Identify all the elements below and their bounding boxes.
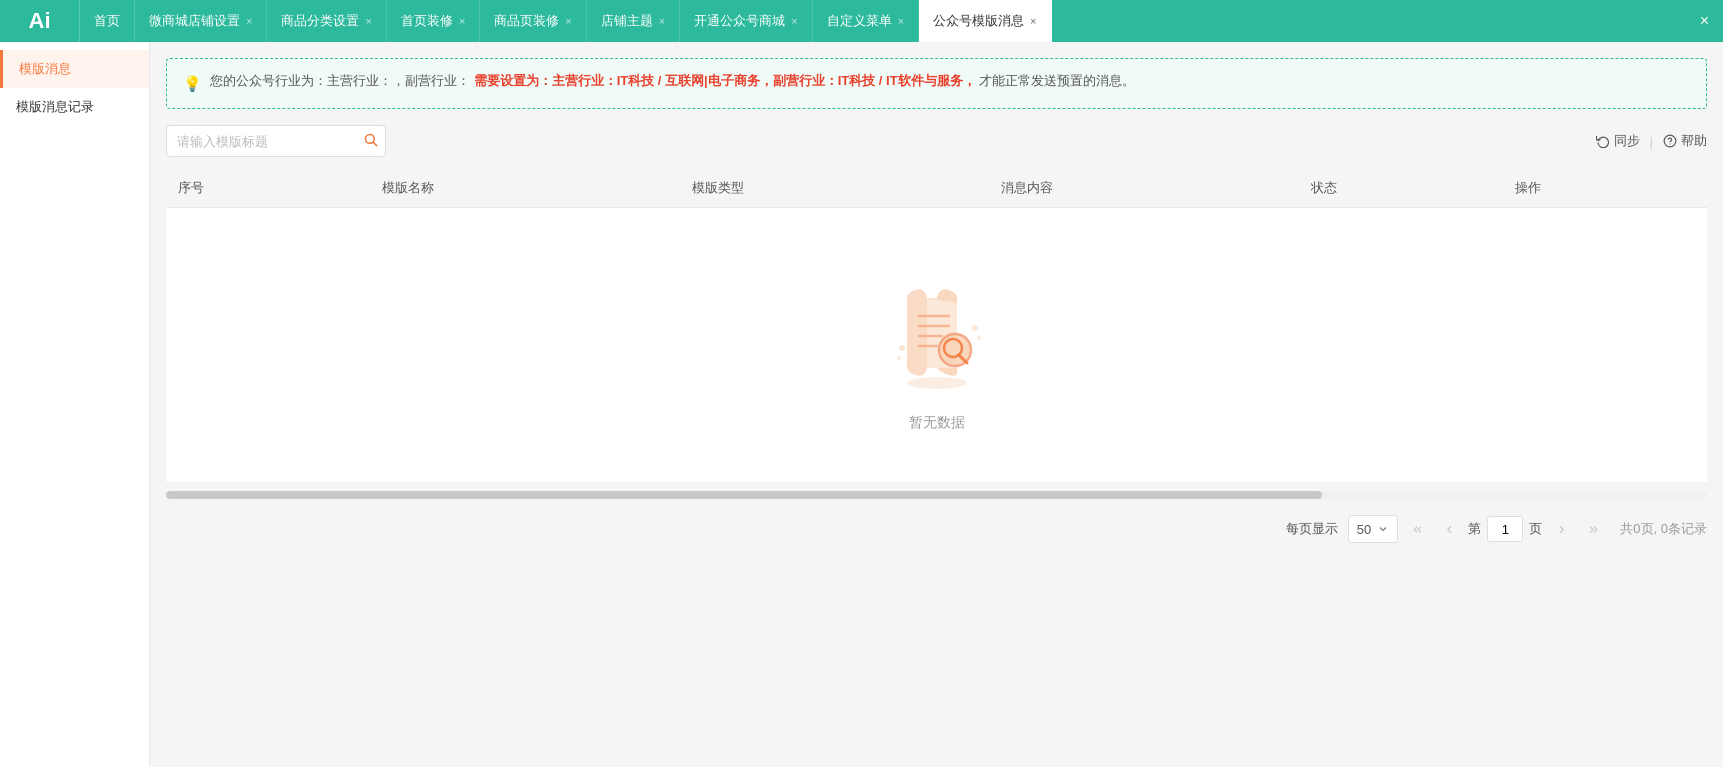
search-bar: 同步 | 帮助: [166, 125, 1707, 157]
svg-point-14: [972, 325, 978, 331]
logo: Ai: [0, 0, 80, 42]
sidebar-item-template-msg[interactable]: 模版消息: [0, 50, 149, 88]
empty-row: 暂无数据: [166, 208, 1707, 483]
col-header-seq: 序号: [166, 169, 370, 208]
nav-item-category-settings[interactable]: 商品分类设置×: [267, 0, 386, 42]
content-area: 💡 您的公众号行业为：主营行业：，副营行业： 需要设置为：主营行业：IT科技 /…: [150, 42, 1723, 767]
svg-point-13: [897, 356, 901, 360]
col-header-action: 操作: [1503, 169, 1707, 208]
prev-page-button[interactable]: [1436, 516, 1462, 542]
toolbar-right: 同步 | 帮助: [1596, 132, 1707, 150]
data-table: 序号模版名称模版类型消息内容状态操作: [166, 169, 1707, 483]
page-size-label: 每页显示: [1286, 520, 1338, 538]
notice-prefix: 您的公众号行业为：主营行业：，副营行业：: [210, 73, 470, 88]
nav-item-template-msg[interactable]: 公众号模版消息×: [919, 0, 1051, 42]
nav-item-custom-menu[interactable]: 自定义菜单×: [813, 0, 919, 42]
nav-close-open-mall[interactable]: ×: [791, 15, 797, 27]
help-label: 帮助: [1681, 132, 1707, 150]
col-header-name: 模版名称: [370, 169, 680, 208]
total-info: 共0页, 0条记录: [1620, 520, 1707, 538]
col-header-status: 状态: [1299, 169, 1503, 208]
empty-text: 暂无数据: [909, 414, 965, 432]
toolbar-divider: |: [1650, 134, 1653, 149]
svg-point-12: [899, 345, 905, 351]
page-size-select[interactable]: 50: [1348, 515, 1398, 543]
nav-item-shop-theme[interactable]: 店铺主题×: [587, 0, 680, 42]
scrollbar-thumb[interactable]: [166, 491, 1322, 499]
notice-suffix: 才能正常发送预置的消息。: [979, 73, 1135, 88]
sync-label: 同步: [1614, 132, 1640, 150]
svg-point-15: [977, 336, 981, 340]
chevron-down-icon: [1377, 523, 1389, 535]
next-page-button[interactable]: [1548, 516, 1574, 542]
nav-close-template-msg[interactable]: ×: [1030, 15, 1036, 27]
close-all-button[interactable]: ×: [1686, 0, 1723, 42]
nav-close-category-settings[interactable]: ×: [365, 15, 371, 27]
search-input[interactable]: [166, 125, 386, 157]
nav-item-open-mall[interactable]: 开通公众号商城×: [680, 0, 812, 42]
nav-close-shop-settings[interactable]: ×: [246, 15, 252, 27]
nav-item-product-decoration[interactable]: 商品页装修×: [480, 0, 586, 42]
nav-item-home[interactable]: 首页: [80, 0, 135, 42]
empty-state: 暂无数据: [178, 218, 1695, 472]
current-page-input[interactable]: [1487, 516, 1523, 542]
nav-close-home-decoration[interactable]: ×: [459, 15, 465, 27]
page-label-pre: 第: [1468, 520, 1481, 538]
page-label-suf: 页: [1529, 520, 1542, 538]
page-size-value: 50: [1357, 522, 1371, 537]
notice-icon: 💡: [183, 72, 202, 96]
last-page-button[interactable]: [1580, 516, 1606, 542]
notice-box: 💡 您的公众号行业为：主营行业：，副营行业： 需要设置为：主营行业：IT科技 /…: [166, 58, 1707, 109]
search-input-wrap: [166, 125, 386, 157]
svg-point-4: [907, 377, 967, 389]
nav-item-home-decoration[interactable]: 首页装修×: [387, 0, 480, 42]
nav-close-custom-menu[interactable]: ×: [898, 15, 904, 27]
help-button[interactable]: 帮助: [1663, 132, 1707, 150]
main-layout: 模版消息模版消息记录 💡 您的公众号行业为：主营行业：，副营行业： 需要设置为：…: [0, 42, 1723, 767]
notice-highlight: 需要设置为：主营行业：IT科技 / 互联网|电子商务，副营行业：IT科技 / I…: [474, 73, 976, 88]
sidebar: 模版消息模版消息记录: [0, 42, 150, 767]
sync-button[interactable]: 同步: [1596, 132, 1640, 150]
search-button[interactable]: [363, 132, 378, 150]
nav-close-shop-theme[interactable]: ×: [659, 15, 665, 27]
table-header-row: 序号模版名称模版类型消息内容状态操作: [166, 169, 1707, 208]
col-header-type: 模版类型: [680, 169, 990, 208]
col-header-content: 消息内容: [989, 169, 1299, 208]
notice-text: 您的公众号行业为：主营行业：，副营行业： 需要设置为：主营行业：IT科技 / 互…: [210, 71, 1135, 92]
nav-close-product-decoration[interactable]: ×: [565, 15, 571, 27]
pagination: 每页显示 50 第 页: [166, 507, 1707, 547]
horizontal-scrollbar[interactable]: [166, 491, 1707, 499]
svg-line-1: [373, 142, 376, 145]
nav-item-shop-settings[interactable]: 微商城店铺设置×: [135, 0, 267, 42]
first-page-button[interactable]: [1404, 516, 1430, 542]
top-nav: Ai 首页微商城店铺设置×商品分类设置×首页装修×商品页装修×店铺主题×开通公众…: [0, 0, 1723, 42]
sidebar-item-template-msg-record[interactable]: 模版消息记录: [0, 88, 149, 126]
